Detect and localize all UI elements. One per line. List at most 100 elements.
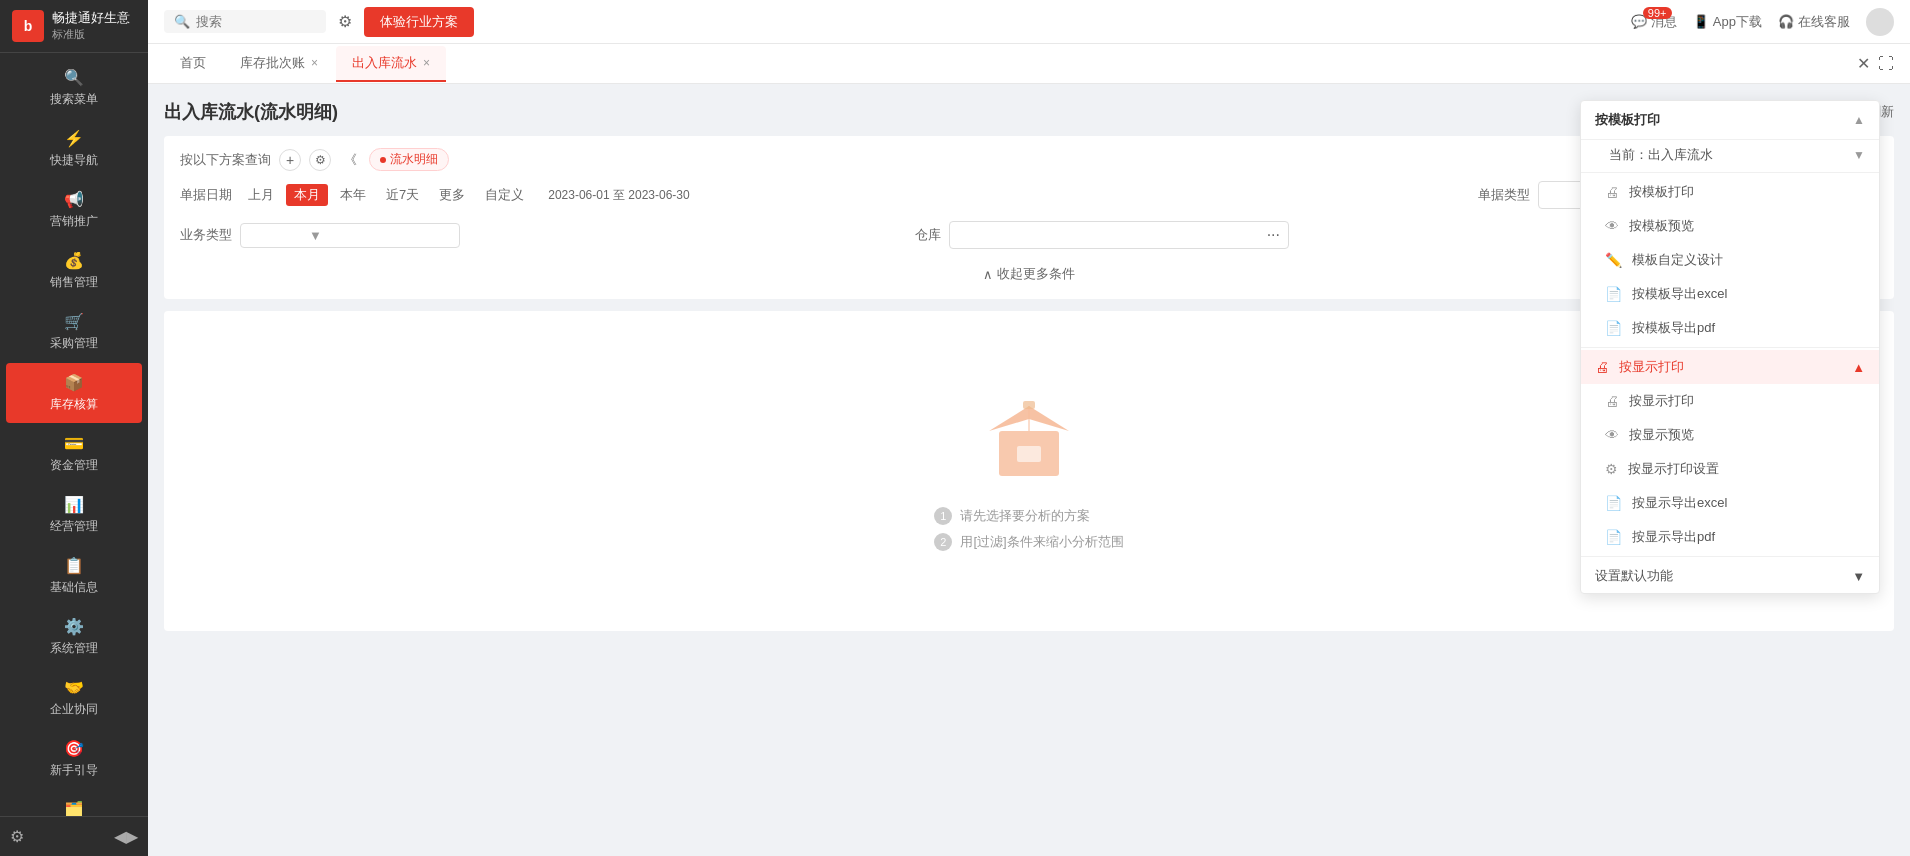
active-tag-dot <box>380 157 386 163</box>
sidebar-label-2: 营销推广 <box>50 213 98 230</box>
dp-display-section-header[interactable]: 🖨 按显示打印 ▲ <box>1581 350 1879 384</box>
sidebar-item-6[interactable]: 💳 资金管理 <box>6 424 142 484</box>
date-opt-自定义[interactable]: 自定义 <box>477 184 532 206</box>
sidebar-item-0[interactable]: 🔍 搜索菜单 <box>6 58 142 118</box>
tab-item-2[interactable]: 出入库流水× <box>336 46 446 82</box>
tab-label-0: 首页 <box>180 54 206 72</box>
dp-default-func[interactable]: 设置默认功能 ▼ <box>1581 559 1879 593</box>
app-logo-text: 畅捷通好生意 标准版 <box>52 10 130 42</box>
dp-display-label-2: 按显示打印设置 <box>1628 460 1719 478</box>
sidebar-item-5[interactable]: 📦库存核算 <box>6 363 142 423</box>
search-icon: 🔍 <box>174 14 190 29</box>
dp-display-item-0[interactable]: 🖨按显示打印 <box>1581 384 1879 418</box>
empty-tip-1: 1 请先选择要分析的方案 <box>934 507 1123 525</box>
sidebar-settings-btn[interactable]: ⚙ <box>10 827 24 846</box>
sidebar-icon-2: 📢 <box>64 190 84 209</box>
dp-display-icon: 🖨 <box>1595 359 1609 375</box>
search-input[interactable] <box>196 14 316 29</box>
biz-type-select[interactable]: ▼ <box>240 223 460 248</box>
dp-template-item-4[interactable]: 📄按模板导出pdf <box>1581 311 1879 345</box>
app-logo-icon: b <box>12 10 44 42</box>
warehouse-select[interactable]: ··· <box>949 221 1289 249</box>
date-opt-更多[interactable]: 更多 <box>431 184 473 206</box>
dp-template-label-0: 按模板打印 <box>1629 183 1694 201</box>
sidebar-item-12[interactable]: 🗂️应用中心 <box>6 790 142 816</box>
sidebar-icon-5: 📦 <box>64 373 84 392</box>
dp-header: 按模板打印 ▲ <box>1581 101 1879 140</box>
dp-template-label-2: 模板自定义设计 <box>1632 251 1723 269</box>
warehouse-more-btn[interactable]: ··· <box>1267 226 1280 244</box>
biz-type-arrow: ▼ <box>309 228 322 243</box>
sidebar-item-8[interactable]: 📋基础信息 <box>6 546 142 606</box>
dp-template-item-0[interactable]: 🖨按模板打印 <box>1581 175 1879 209</box>
expand-window-btn[interactable]: ⛶ <box>1878 55 1894 73</box>
header-gear-icon[interactable]: ⚙ <box>338 12 352 31</box>
dp-display-icon-4: 📄 <box>1605 529 1622 545</box>
sidebar-item-2[interactable]: 📢 营销推广 <box>6 180 142 240</box>
date-opt-本年[interactable]: 本年 <box>332 184 374 206</box>
user-avatar[interactable] <box>1866 8 1894 36</box>
online-service-btn[interactable]: 🎧 在线客服 <box>1778 13 1850 31</box>
filter-settings-icon[interactable]: ⚙ <box>309 149 331 171</box>
top-header: 🔍 ⚙ 体验行业方案 💬 消息 99+ 📱 App下载 🎧 在线客服 <box>148 0 1910 44</box>
filter-collapse-btn[interactable]: 《 <box>339 149 361 171</box>
dp-display-item-1[interactable]: 👁按显示预览 <box>1581 418 1879 452</box>
sidebar-label-0: 搜索菜单 <box>50 91 98 108</box>
sidebar-label-9: 系统管理 <box>50 640 98 657</box>
search-box[interactable]: 🔍 <box>164 10 326 33</box>
dp-display-label-4: 按显示导出pdf <box>1632 528 1715 546</box>
message-btn[interactable]: 💬 消息 99+ <box>1631 13 1677 31</box>
dp-template-label-3: 按模板导出excel <box>1632 285 1727 303</box>
sidebar-label-4: 采购管理 <box>50 335 98 352</box>
dp-display-item-3[interactable]: 📄按显示导出excel <box>1581 486 1879 520</box>
date-filter-field: 单据日期 上月本月本年近7天更多自定义 2023-06-01 至 2023-06… <box>180 184 690 206</box>
sidebar-item-7[interactable]: 📊经营管理 <box>6 485 142 545</box>
sidebar-item-3[interactable]: 💰 销售管理 <box>6 241 142 301</box>
dp-template-items: 🖨按模板打印👁按模板预览✏️模板自定义设计📄按模板导出excel📄按模板导出pd… <box>1581 175 1879 345</box>
dp-display-items: 🖨按显示打印👁按显示预览 ⚙ 按显示打印设置 📄按显示导出excel 📄 按显示导出pdf <box>1581 384 1879 554</box>
sidebar-bottom: ⚙ ◀▶ <box>0 816 148 856</box>
date-opt-本月[interactable]: 本月 <box>286 184 328 206</box>
dp-template-item-1[interactable]: 👁按模板预览 <box>1581 209 1879 243</box>
tab-item-1[interactable]: 库存批次账× <box>224 46 334 82</box>
dp-display-label-3: 按显示导出excel <box>1632 494 1727 512</box>
tab-bar-right: ✕ ⛶ <box>1857 54 1894 73</box>
trial-button[interactable]: 体验行业方案 <box>364 7 474 37</box>
headset-icon: 🎧 <box>1778 14 1794 29</box>
sidebar-item-4[interactable]: 🛒 采购管理 <box>6 302 142 362</box>
filter-add-btn[interactable]: + <box>279 149 301 171</box>
sidebar: b 畅捷通好生意 标准版 🔍 搜索菜单 ⚡快捷导航 📢 营销推广 💰 销售管理 🛒 采购管理 📦库… <box>0 0 148 856</box>
app-download-btn[interactable]: 📱 App下载 <box>1693 13 1762 31</box>
date-opt-近7天[interactable]: 近7天 <box>378 184 427 206</box>
dp-display-icon-2: ⚙ <box>1605 461 1618 477</box>
dp-display-item-2[interactable]: ⚙ 按显示打印设置 <box>1581 452 1879 486</box>
sidebar-label-3: 销售管理 <box>50 274 98 291</box>
sidebar-icon-7: 📊 <box>64 495 84 514</box>
sidebar-item-10[interactable]: 🤝企业协同 <box>6 668 142 728</box>
tab-item-0[interactable]: 首页 <box>164 46 222 82</box>
sidebar-label-10: 企业协同 <box>50 701 98 718</box>
sidebar-item-9[interactable]: ⚙️ 系统管理 <box>6 607 142 667</box>
dp-template-item-3[interactable]: 📄按模板导出excel <box>1581 277 1879 311</box>
sidebar-icon-0: 🔍 <box>64 68 84 87</box>
sidebar-label-6: 资金管理 <box>50 457 98 474</box>
sidebar-icon-9: ⚙️ <box>64 617 84 636</box>
date-opt-上月[interactable]: 上月 <box>240 184 282 206</box>
sidebar-label-11: 新手引导 <box>50 762 98 779</box>
sidebar-item-11[interactable]: 🎯新手引导 <box>6 729 142 789</box>
close-window-btn[interactable]: ✕ <box>1857 54 1870 73</box>
sidebar-icon-6: 💳 <box>64 434 84 453</box>
dp-template-item-2[interactable]: ✏️模板自定义设计 <box>1581 243 1879 277</box>
sidebar-label-8: 基础信息 <box>50 579 98 596</box>
empty-illustration <box>979 391 1079 491</box>
sidebar-icon-4: 🛒 <box>64 312 84 331</box>
collapse-conditions-btn[interactable]: ∧ 收起更多条件 <box>971 261 1087 287</box>
tab-close-1[interactable]: × <box>311 56 318 70</box>
tab-close-2[interactable]: × <box>423 56 430 70</box>
sidebar-item-1[interactable]: ⚡快捷导航 <box>6 119 142 179</box>
dp-current-section[interactable]: 当前：出入库流水 ▼ <box>1581 140 1879 170</box>
dp-display-item-4[interactable]: 📄 按显示导出pdf <box>1581 520 1879 554</box>
app-download-icon: 📱 <box>1693 14 1709 29</box>
sidebar-collapse-btn[interactable]: ◀▶ <box>114 827 138 846</box>
sidebar-icon-3: 💰 <box>64 251 84 270</box>
